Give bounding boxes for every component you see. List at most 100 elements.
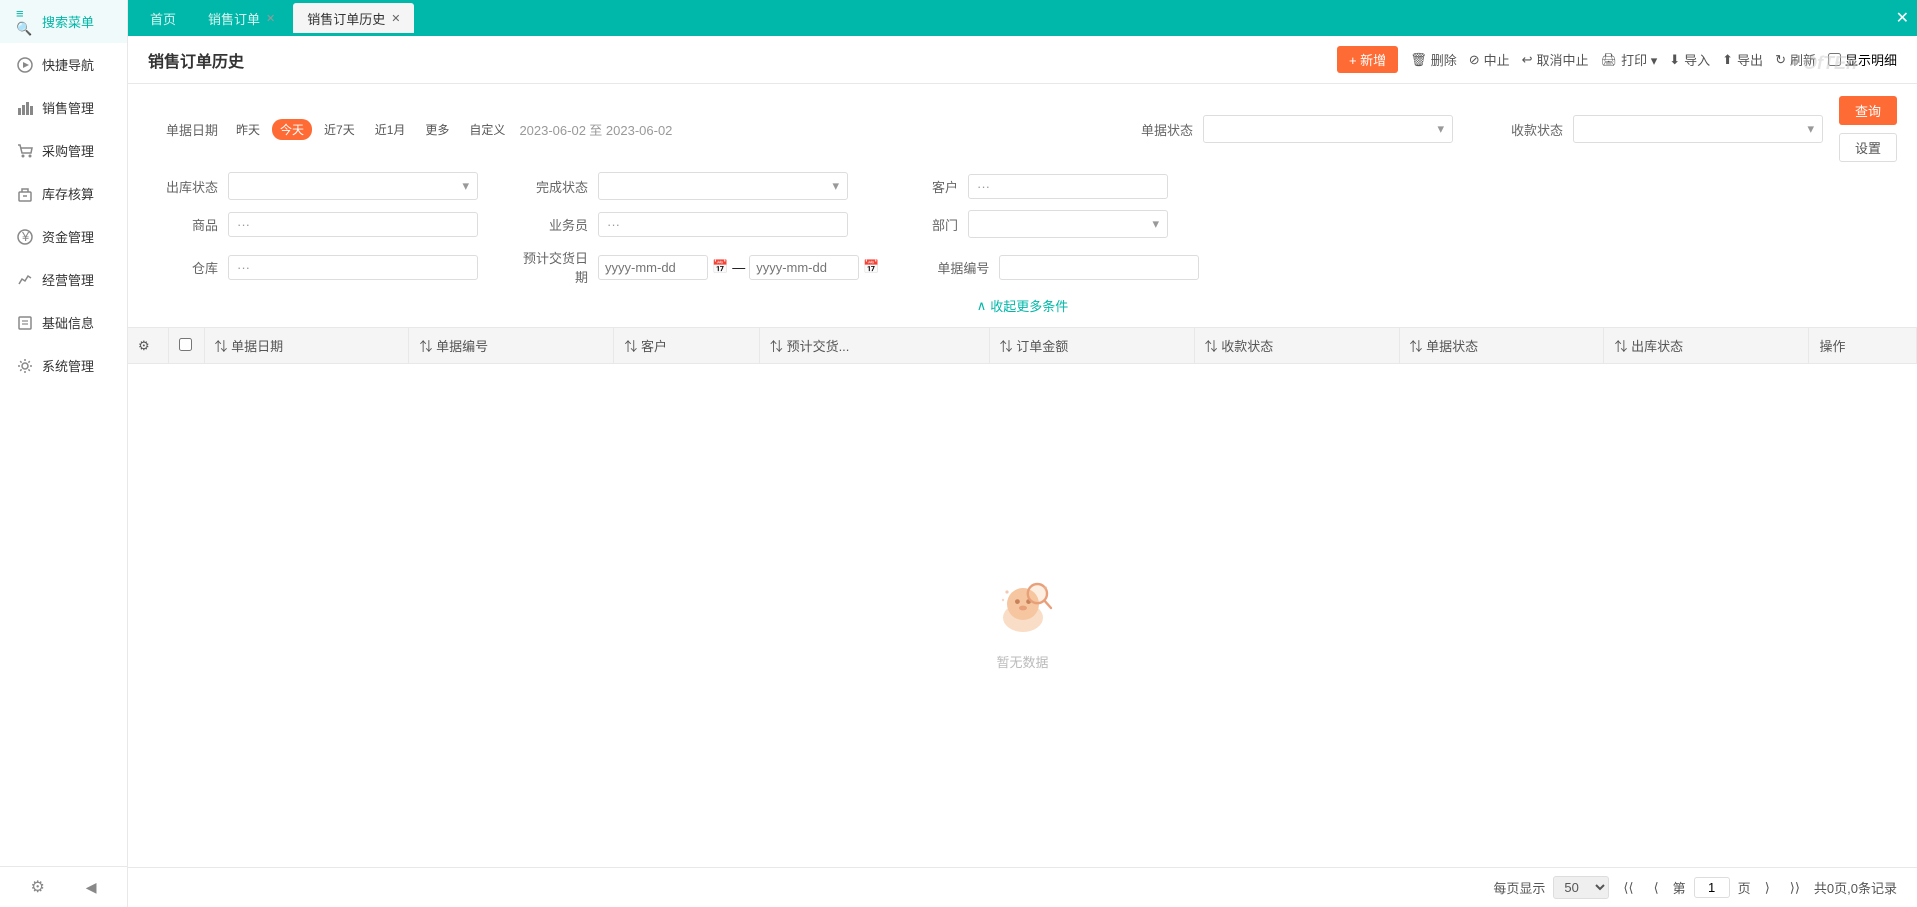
salesperson-picker[interactable]: ··· — [598, 212, 848, 237]
page-size-select[interactable]: 50 20 100 — [1553, 876, 1609, 899]
goods-picker[interactable]: ··· — [228, 212, 478, 237]
table-settings-icon[interactable]: ⚙ — [138, 338, 150, 353]
expected-date-from[interactable] — [598, 255, 708, 280]
sidebar-item-sales-mgmt[interactable]: 销售管理 — [0, 86, 127, 129]
col-out-status[interactable]: ⇅ 出库状态 — [1604, 328, 1809, 364]
sidebar-item-quick-nav[interactable]: 快捷导航 — [0, 43, 127, 86]
pagination-bar: 每页显示 50 20 100 ⟨⟨ ⟨ 第 页 ⟩ ⟩⟩ 共0页,0条记录 — [128, 867, 1917, 907]
col-receipt-status[interactable]: ⇅ 收款状态 — [1194, 328, 1399, 364]
sidebar-item-search-menu[interactable]: ≡🔍 搜索菜单 — [0, 0, 127, 43]
print-icon: 🖨 — [1601, 52, 1618, 68]
calendar-from-icon[interactable]: 📅 — [712, 259, 728, 275]
filter-row-4: 仓库 ··· 预计交货日期 📅 — 📅 单据编号 — [148, 248, 1897, 286]
dept-label: 部门 — [888, 215, 968, 234]
sidebar-collapse-icon[interactable]: ◀ — [86, 879, 97, 896]
new-button[interactable]: + 新增 — [1337, 46, 1398, 73]
print-button[interactable]: 🖨 打印 ▾ — [1601, 50, 1658, 69]
sidebar-item-inventory[interactable]: 库存核算 — [0, 172, 127, 215]
expected-date-to[interactable] — [749, 255, 859, 280]
setting-button[interactable]: 设置 — [1839, 133, 1897, 162]
goods-label: 商品 — [148, 215, 228, 234]
first-page-btn[interactable]: ⟨⟨ — [1617, 878, 1639, 898]
warehouse-label: 仓库 — [148, 258, 228, 277]
sidebar-item-sys-mgmt[interactable]: 系统管理 — [0, 344, 127, 387]
date-opt-1month[interactable]: 近1月 — [367, 119, 414, 140]
date-opt-today[interactable]: 今天 — [272, 119, 312, 140]
receipt-status-select[interactable]: ▾ — [1573, 115, 1823, 143]
calendar-to-icon[interactable]: 📅 — [863, 259, 879, 275]
tab-sales-order[interactable]: 销售订单 ✕ — [194, 3, 289, 33]
tab-home[interactable]: 首页 — [136, 3, 190, 33]
main-content: 首页 销售订单 ✕ 销售订单历史 ✕ ✕ 销售订单历史 + 新增 🗑 🗑 删除 … — [128, 0, 1917, 907]
display-detail-checkbox[interactable]: 显示明细 — [1828, 50, 1897, 69]
col-bill-status[interactable]: ⇅ 单据状态 — [1399, 328, 1604, 364]
filter-row-2: 出库状态 ▾ 完成状态 ▾ 客户 ··· — [148, 172, 1897, 200]
date-opt-yesterday[interactable]: 昨天 — [228, 119, 268, 140]
finance-icon: ¥ — [16, 228, 34, 246]
query-setting-group: 查询 设置 — [1839, 96, 1897, 162]
date-opt-more[interactable]: 更多 — [417, 119, 457, 140]
col-order-amount[interactable]: ⇅ 订单金额 — [989, 328, 1194, 364]
bill-status-select[interactable]: ▾ — [1203, 115, 1453, 143]
col-customer[interactable]: ⇅ 客户 — [614, 328, 760, 364]
stop-button[interactable]: ⊘ 中止 — [1469, 50, 1510, 69]
sidebar-item-purchase-mgmt[interactable]: 采购管理 — [0, 129, 127, 172]
tab-sales-order-history[interactable]: 销售订单历史 ✕ — [293, 3, 414, 33]
search-menu-icon: ≡🔍 — [16, 13, 34, 31]
query-button[interactable]: 查询 — [1839, 96, 1897, 125]
cancel-stop-button[interactable]: ↩ 取消中止 — [1522, 50, 1589, 69]
import-button[interactable]: ⬇ 导入 — [1669, 50, 1710, 69]
tabs-right: ✕ — [1896, 8, 1909, 28]
collapse-row[interactable]: ∧ 收起更多条件 — [148, 296, 1897, 315]
operations-icon — [16, 271, 34, 289]
bill-no-input[interactable] — [999, 255, 1199, 280]
customer-picker[interactable]: ··· — [968, 174, 1168, 199]
data-table: ⚙ ⇅ 单据日期 ⇅ 单据编号 ⇅ 客户 — [128, 328, 1917, 364]
out-status-select[interactable]: ▾ — [228, 172, 478, 200]
filter-area: 单据日期 昨天 今天 近7天 近1月 更多 自定义 2023-06-02 至 2… — [128, 84, 1917, 328]
col-checkbox[interactable] — [168, 328, 204, 364]
date-opt-7days[interactable]: 近7天 — [316, 119, 363, 140]
out-status-chevron: ▾ — [462, 178, 469, 194]
tabs-bar: 首页 销售订单 ✕ 销售订单历史 ✕ ✕ — [128, 0, 1917, 36]
col-expected-delivery[interactable]: ⇅ 预计交货... — [759, 328, 989, 364]
sidebar-item-finance[interactable]: ¥ 资金管理 — [0, 215, 127, 258]
tab-sales-order-close[interactable]: ✕ — [266, 12, 275, 25]
prev-page-btn[interactable]: ⟨ — [1648, 878, 1665, 898]
select-all-checkbox[interactable] — [179, 338, 192, 351]
date-range-options: 昨天 今天 近7天 近1月 更多 自定义 — [228, 119, 513, 140]
delete-button[interactable]: 🗑 🗑 删除 删除 — [1410, 50, 1457, 69]
sidebar: ≡🔍 搜索菜单 快捷导航 销售管理 采购管理 库存核算 ¥ 资金管理 — [0, 0, 128, 907]
col-settings[interactable]: ⚙ — [128, 328, 168, 364]
col-bill-date[interactable]: ⇅ 单据日期 — [204, 328, 409, 364]
expected-date-label: 预计交货日期 — [518, 248, 598, 286]
tab-history-close[interactable]: ✕ — [391, 12, 400, 25]
next-page-btn[interactable]: ⟩ — [1759, 878, 1776, 898]
empty-state: 暂无数据 — [128, 364, 1917, 867]
sales-mgmt-icon — [16, 99, 34, 117]
dept-chevron: ▾ — [1152, 216, 1159, 232]
complete-status-select[interactable]: ▾ — [598, 172, 848, 200]
sidebar-settings-icon[interactable]: ⚙ — [30, 877, 44, 897]
display-detail-input[interactable] — [1828, 53, 1841, 66]
receipt-status-chevron: ▾ — [1807, 121, 1814, 137]
refresh-button[interactable]: ↻ 刷新 — [1775, 50, 1816, 69]
total-count-text: 共0页,0条记录 — [1814, 878, 1897, 897]
dept-select[interactable]: ▾ — [968, 210, 1168, 238]
bill-no-label: 单据编号 — [919, 258, 999, 277]
bill-status-chevron: ▾ — [1437, 121, 1444, 137]
window-close-icon[interactable]: ✕ — [1896, 8, 1909, 28]
sidebar-item-basic-info[interactable]: 基础信息 — [0, 301, 127, 344]
warehouse-picker[interactable]: ··· — [228, 255, 478, 280]
customer-label: 客户 — [888, 177, 968, 196]
last-page-btn[interactable]: ⟩⟩ — [1784, 878, 1806, 898]
delete-icon: 🗑 — [1410, 52, 1427, 68]
date-range-display: 2023-06-02 至 2023-06-02 — [519, 120, 672, 139]
sidebar-item-operations[interactable]: 经营管理 — [0, 258, 127, 301]
stop-icon: ⊘ — [1469, 52, 1480, 68]
page-number-input[interactable] — [1694, 877, 1730, 898]
date-opt-custom[interactable]: 自定义 — [461, 119, 513, 140]
col-bill-no[interactable]: ⇅ 单据编号 — [409, 328, 614, 364]
export-button[interactable]: ⬆ 导出 — [1722, 50, 1763, 69]
empty-illustration — [983, 560, 1063, 640]
